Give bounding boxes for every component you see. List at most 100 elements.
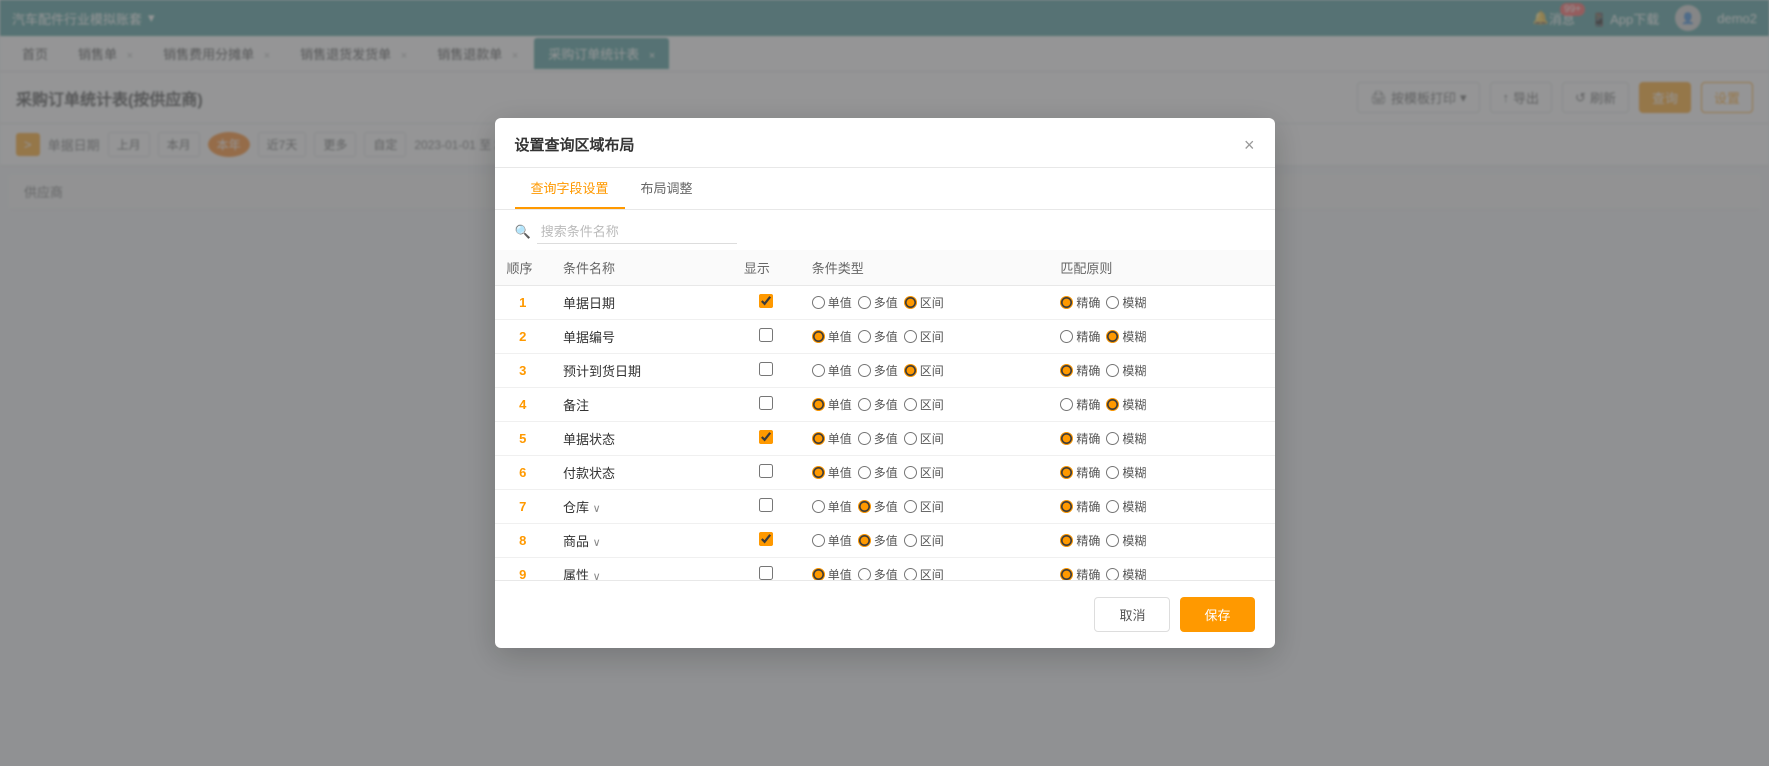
type-radio-label[interactable]: 区间 [904, 532, 944, 549]
type-radio-label[interactable]: 单值 [812, 464, 852, 481]
show-checkbox[interactable] [759, 294, 773, 308]
match-radio[interactable] [1106, 364, 1119, 377]
type-radio[interactable] [904, 466, 917, 479]
match-radio-label[interactable]: 精确 [1060, 396, 1100, 413]
match-radio-label[interactable]: 模糊 [1106, 362, 1146, 379]
match-radio[interactable] [1106, 432, 1119, 445]
type-radio-label[interactable]: 区间 [904, 430, 944, 447]
type-radio-label[interactable]: 多值 [858, 294, 898, 311]
match-radio[interactable] [1106, 330, 1119, 343]
type-radio[interactable] [812, 330, 825, 343]
type-radio-label[interactable]: 单值 [812, 294, 852, 311]
cancel-button[interactable]: 取消 [1094, 597, 1170, 632]
type-radio[interactable] [812, 534, 825, 547]
type-radio[interactable] [904, 330, 917, 343]
match-radio-label[interactable]: 模糊 [1106, 566, 1146, 580]
type-radio-label[interactable]: 多值 [858, 532, 898, 549]
match-radio-label[interactable]: 模糊 [1106, 328, 1146, 345]
type-radio[interactable] [812, 296, 825, 309]
match-radio-label[interactable]: 模糊 [1106, 430, 1146, 447]
type-radio[interactable] [812, 364, 825, 377]
match-radio-label[interactable]: 精确 [1060, 498, 1100, 515]
type-radio[interactable] [858, 398, 871, 411]
show-checkbox[interactable] [759, 362, 773, 376]
match-radio[interactable] [1060, 568, 1073, 580]
match-radio[interactable] [1106, 398, 1119, 411]
type-radio-label[interactable]: 区间 [904, 328, 944, 345]
type-radio[interactable] [904, 398, 917, 411]
type-radio-label[interactable]: 单值 [812, 396, 852, 413]
type-radio-label[interactable]: 区间 [904, 464, 944, 481]
type-radio[interactable] [904, 500, 917, 513]
type-radio[interactable] [812, 398, 825, 411]
match-radio-label[interactable]: 精确 [1060, 532, 1100, 549]
match-radio-label[interactable]: 模糊 [1106, 294, 1146, 311]
type-radio[interactable] [812, 466, 825, 479]
type-radio[interactable] [904, 568, 917, 580]
show-checkbox[interactable] [759, 464, 773, 478]
tab-query-field-settings[interactable]: 查询字段设置 [515, 168, 625, 209]
match-radio[interactable] [1060, 432, 1073, 445]
type-radio-label[interactable]: 单值 [812, 430, 852, 447]
dialog-close-button[interactable]: × [1244, 136, 1255, 154]
save-button[interactable]: 保存 [1180, 597, 1254, 632]
type-radio-label[interactable]: 单值 [812, 566, 852, 580]
match-radio-label[interactable]: 模糊 [1106, 532, 1146, 549]
type-radio[interactable] [858, 568, 871, 580]
match-radio[interactable] [1060, 296, 1073, 309]
type-radio-label[interactable]: 区间 [904, 362, 944, 379]
type-radio-label[interactable]: 多值 [858, 328, 898, 345]
match-radio-label[interactable]: 精确 [1060, 430, 1100, 447]
type-radio[interactable] [812, 432, 825, 445]
type-radio[interactable] [858, 296, 871, 309]
show-checkbox[interactable] [759, 328, 773, 342]
match-radio-label[interactable]: 精确 [1060, 294, 1100, 311]
match-radio[interactable] [1106, 500, 1119, 513]
type-radio-label[interactable]: 多值 [858, 498, 898, 515]
type-radio-label[interactable]: 多值 [858, 430, 898, 447]
type-radio[interactable] [904, 432, 917, 445]
type-radio-label[interactable]: 区间 [904, 498, 944, 515]
match-radio-label[interactable]: 精确 [1060, 464, 1100, 481]
search-input[interactable] [537, 220, 737, 244]
match-radio-label[interactable]: 精确 [1060, 328, 1100, 345]
tab-layout-adjust[interactable]: 布局调整 [625, 168, 709, 209]
type-radio[interactable] [858, 500, 871, 513]
match-radio[interactable] [1106, 466, 1119, 479]
type-radio[interactable] [904, 534, 917, 547]
type-radio-label[interactable]: 区间 [904, 396, 944, 413]
match-radio[interactable] [1106, 568, 1119, 580]
type-radio[interactable] [858, 466, 871, 479]
type-radio[interactable] [858, 432, 871, 445]
type-radio[interactable] [904, 364, 917, 377]
show-checkbox[interactable] [759, 566, 773, 580]
type-radio[interactable] [812, 500, 825, 513]
type-radio[interactable] [858, 330, 871, 343]
match-radio[interactable] [1106, 296, 1119, 309]
match-radio[interactable] [1060, 398, 1073, 411]
match-radio-label[interactable]: 精确 [1060, 566, 1100, 580]
type-radio-label[interactable]: 单值 [812, 532, 852, 549]
show-checkbox[interactable] [759, 396, 773, 410]
match-radio-label[interactable]: 模糊 [1106, 396, 1146, 413]
match-radio[interactable] [1060, 466, 1073, 479]
match-radio[interactable] [1106, 534, 1119, 547]
type-radio[interactable] [858, 364, 871, 377]
match-radio[interactable] [1060, 534, 1073, 547]
type-radio-label[interactable]: 多值 [858, 362, 898, 379]
show-checkbox[interactable] [759, 430, 773, 444]
type-radio-label[interactable]: 单值 [812, 362, 852, 379]
match-radio[interactable] [1060, 500, 1073, 513]
type-radio-label[interactable]: 多值 [858, 396, 898, 413]
type-radio[interactable] [904, 296, 917, 309]
type-radio[interactable] [812, 568, 825, 580]
type-radio-label[interactable]: 单值 [812, 498, 852, 515]
show-checkbox[interactable] [759, 498, 773, 512]
match-radio[interactable] [1060, 364, 1073, 377]
type-radio[interactable] [858, 534, 871, 547]
match-radio-label[interactable]: 模糊 [1106, 464, 1146, 481]
match-radio-label[interactable]: 精确 [1060, 362, 1100, 379]
type-radio-label[interactable]: 单值 [812, 328, 852, 345]
show-checkbox[interactable] [759, 532, 773, 546]
match-radio-label[interactable]: 模糊 [1106, 498, 1146, 515]
